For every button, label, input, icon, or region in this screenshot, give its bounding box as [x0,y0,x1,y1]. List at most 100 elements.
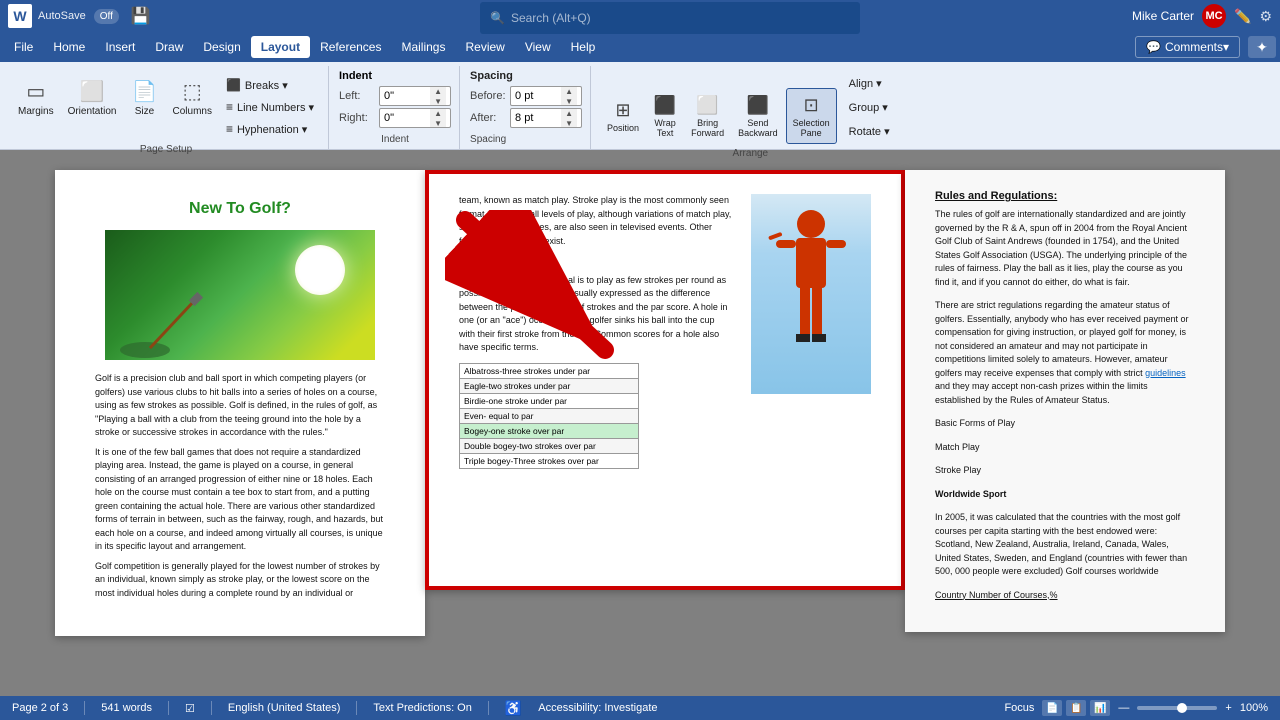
spacing-before-field[interactable] [511,90,561,102]
size-button[interactable]: 📄 Size [125,70,165,126]
menu-insert[interactable]: Insert [95,36,145,58]
indent-label: Indent [339,70,451,82]
pen-icon[interactable]: ✏️ [1234,8,1251,25]
group-button[interactable]: Group ▾ [843,96,896,118]
breaks-button[interactable]: ⬛ Breaks ▾ [220,74,320,96]
spacing-after-up[interactable]: ▲ [561,108,577,118]
spacing-after-input[interactable]: ▲ ▼ [510,108,582,128]
user-area: Mike Carter MC ✏️ ⚙ [1132,4,1272,28]
score-double-bogey: Double bogey-two strokes over par [460,438,639,453]
golf-club-svg [115,280,235,360]
search-input[interactable] [511,11,850,25]
title-bar: W AutoSave Off 💾 Golf document for hori.… [0,0,1280,32]
view-icon-3[interactable]: 📊 [1090,700,1110,716]
zoom-slider[interactable] [1137,706,1217,710]
divider-2 [168,701,169,715]
menu-view[interactable]: View [515,36,561,58]
indent-left-down[interactable]: ▼ [430,96,446,106]
line-numbers-button[interactable]: ≡ Line Numbers ▾ [220,96,320,118]
spacing-group-label: Spacing [470,130,582,145]
search-icon: 🔍 [490,11,505,25]
breaks-icon: ⬛ [226,78,241,92]
indent-right-field[interactable] [380,112,430,124]
menu-layout[interactable]: Layout [251,36,310,58]
bring-forward-button[interactable]: ⬜ BringForward [685,88,730,144]
page-setup-small-buttons: ⬛ Breaks ▾ ≡ Line Numbers ▾ ≡ Hyphenatio… [220,74,320,140]
status-bar: Page 2 of 3 541 words ☑ English (United … [0,696,1280,720]
avatar[interactable]: MC [1202,4,1226,28]
margins-icon: ▭ [26,79,45,104]
send-backward-icon: ⬛ [747,95,769,116]
selection-pane-button[interactable]: ⊡ SelectionPane [786,88,837,144]
indent-right-input[interactable]: ▲ ▼ [379,108,451,128]
table-row: Double bogey-two strokes over par [460,438,639,453]
spacing-after-field[interactable] [511,112,561,124]
menu-design[interactable]: Design [193,36,250,58]
view-icon-1[interactable]: 📄 [1042,700,1062,716]
guidelines-link[interactable]: guidelines [1145,368,1186,378]
word-count: 541 words [101,702,152,714]
align-button[interactable]: Align ▾ [843,72,896,94]
word-icon: W [8,4,32,28]
spacing-before-input[interactable]: ▲ ▼ [510,86,582,106]
indent-left-row: Left: ▲ ▼ [339,86,451,106]
indent-right-label: Right: [339,112,375,124]
rotate-button[interactable]: Rotate ▾ [843,120,896,142]
spacing-after-down[interactable]: ▼ [561,118,577,128]
copilot-button[interactable]: ✦ [1248,36,1276,58]
selection-pane-icon: ⊡ [804,95,819,116]
content-area: New To Golf? Golf is a precision club an… [0,150,1280,696]
zoom-minus[interactable]: — [1118,702,1129,714]
divider-3 [211,701,212,715]
zoom-plus[interactable]: + [1225,702,1231,714]
spacing-after-label: After: [470,112,506,124]
position-button[interactable]: ⊞ Position [601,88,645,144]
spacing-before-down[interactable]: ▼ [561,96,577,106]
center-text-col: team, known as match play. Stroke play i… [459,194,733,469]
menu-references[interactable]: References [310,36,391,58]
indent-left-up[interactable]: ▲ [430,86,446,96]
menu-draw[interactable]: Draw [145,36,193,58]
spacing-before-label: Before: [470,90,506,102]
indent-right-up[interactable]: ▲ [430,108,446,118]
spacing-before-up[interactable]: ▲ [561,86,577,96]
accessibility-icon: ♿ [505,700,522,717]
indent-left-label: Left: [339,90,375,102]
menu-mailings[interactable]: Mailings [391,36,455,58]
columns-button[interactable]: ⬚ Columns [167,70,218,126]
divider-1 [84,701,85,715]
orientation-button[interactable]: ⬜ Orientation [62,70,123,126]
basic-forms-label: Basic Forms of Play [935,417,1195,431]
zoom-level: 100% [1240,702,1268,714]
spacing-after-spinners: ▲ ▼ [561,108,577,128]
menu-review[interactable]: Review [455,36,514,58]
menu-help[interactable]: Help [561,36,606,58]
view-icon-2[interactable]: 📋 [1066,700,1086,716]
arrange-small-btns: Align ▾ Group ▾ Rotate ▾ [839,70,900,144]
score-triple-bogey: Triple bogey-Three strokes over par [460,453,639,468]
comments-button[interactable]: 💬 Comments ▾ [1135,36,1240,58]
indent-right-down[interactable]: ▼ [430,118,446,128]
hyphenation-icon: ≡ [226,122,233,136]
indent-left-field[interactable] [380,90,430,102]
menu-home[interactable]: Home [43,36,95,58]
text-predictions: Text Predictions: On [373,702,471,714]
body-text-2: It is one of the few ball games that doe… [95,446,385,554]
margins-button[interactable]: ▭ Margins [12,70,60,126]
indent-right-row: Right: ▲ ▼ [339,108,451,128]
wrap-text-button[interactable]: ⬛ WrapText [647,88,683,144]
settings-icon[interactable]: ⚙ [1259,8,1272,25]
focus-button[interactable]: Focus [1004,702,1034,714]
save-icon[interactable]: 💾 [131,6,151,26]
hyphenation-button[interactable]: ≡ Hyphenation ▾ [220,118,320,140]
center-body-2: In every form of play the goal is to pla… [459,274,733,355]
check-icon: ☑ [185,702,195,715]
divider-5 [488,701,489,715]
worldwide-body: In 2005, it was calculated that the coun… [935,511,1195,579]
page-center: team, known as match play. Stroke play i… [425,170,905,590]
send-backward-button[interactable]: ⬛ SendBackward [732,88,784,144]
menu-file[interactable]: File [4,36,43,58]
menu-bar: File Home Insert Draw Design Layout Refe… [0,32,1280,62]
indent-left-input[interactable]: ▲ ▼ [379,86,451,106]
autosave-toggle[interactable]: Off [94,9,119,24]
